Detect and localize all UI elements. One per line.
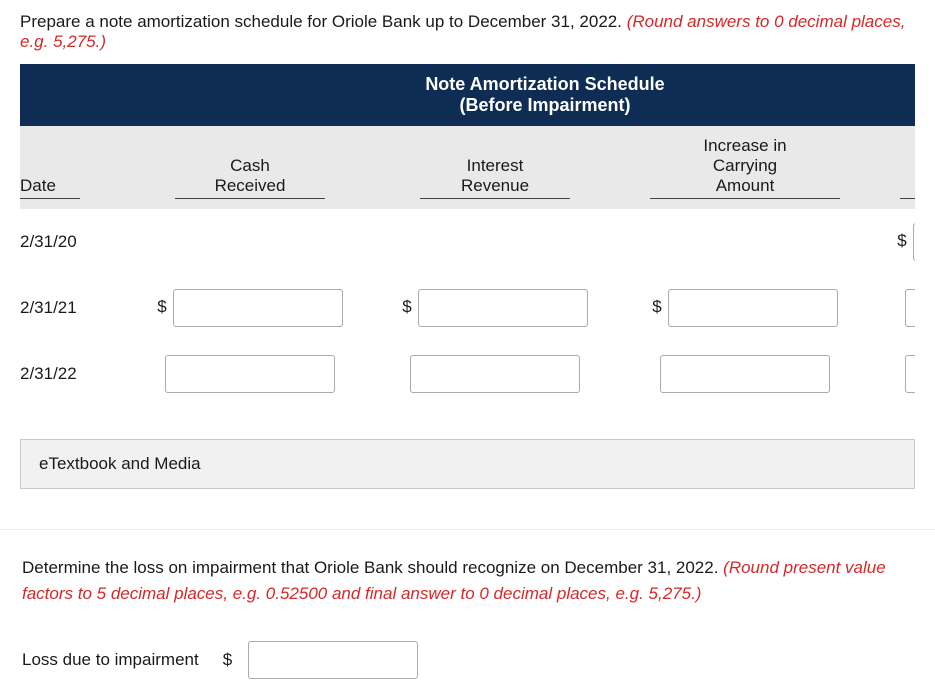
cash-input-r1[interactable] [173, 289, 343, 327]
dollar-sign: $ [897, 231, 906, 251]
column-headers: Date Cash Received Interest Revenue Incr… [20, 126, 915, 209]
row-date: 2/31/20 [20, 232, 130, 252]
header-increase-l2: Carrying [626, 156, 864, 176]
header-cash-l2: Received [175, 176, 325, 199]
header-increase-l1: Increase in [626, 136, 864, 156]
q1-instruction: Prepare a note amortization schedule for… [0, 0, 935, 64]
row-date: 2/31/21 [20, 298, 130, 318]
header-carry-l2: Amount o [876, 156, 915, 176]
increase-input-r1[interactable] [668, 289, 838, 327]
header-interest-l2: Revenue [420, 176, 570, 199]
header-interest-l1: Interest [376, 156, 614, 176]
table-title-line1: Note Amortization Schedule [20, 74, 915, 95]
header-cash-l1: Cash [136, 156, 364, 176]
q2-instruction-text: Determine the loss on impairment that Or… [22, 558, 723, 577]
row-date: 2/31/22 [20, 364, 130, 384]
carry-input-r1[interactable] [905, 289, 915, 327]
carry-input-r0[interactable] [913, 223, 915, 261]
header-date: Date [20, 176, 80, 199]
dollar-sign: $ [652, 297, 661, 317]
etextbook-label: eTextbook and Media [39, 454, 201, 473]
section-divider [0, 529, 935, 530]
loss-input[interactable] [248, 641, 418, 679]
table-row: 2/31/21 $ $ $ [20, 275, 915, 341]
table-row: 2/31/22 [20, 341, 915, 407]
schedule-table-scroll[interactable]: Note Amortization Schedule (Before Impai… [20, 64, 915, 419]
interest-input-r1[interactable] [418, 289, 588, 327]
loss-label: Loss due to impairment [22, 650, 199, 670]
etextbook-media-button[interactable]: eTextbook and Media [20, 439, 915, 489]
dollar-sign: $ [402, 297, 411, 317]
header-carry-l1: Carrying [876, 136, 915, 156]
q2-section: Determine the loss on impairment that Or… [0, 545, 935, 689]
dollar-sign: $ [157, 297, 166, 317]
increase-input-r2[interactable] [660, 355, 830, 393]
cash-input-r2[interactable] [165, 355, 335, 393]
dollar-sign: $ [223, 650, 232, 670]
header-increase-l3: Amount [650, 176, 840, 199]
table-title-line2: (Before Impairment) [20, 95, 915, 116]
table-row: 2/31/20 $ [20, 209, 915, 275]
interest-input-r2[interactable] [410, 355, 580, 393]
header-carry-l3: Note [900, 176, 915, 199]
table-title: Note Amortization Schedule (Before Impai… [20, 64, 915, 126]
q1-instruction-text: Prepare a note amortization schedule for… [20, 12, 627, 31]
carry-input-r2[interactable] [905, 355, 915, 393]
